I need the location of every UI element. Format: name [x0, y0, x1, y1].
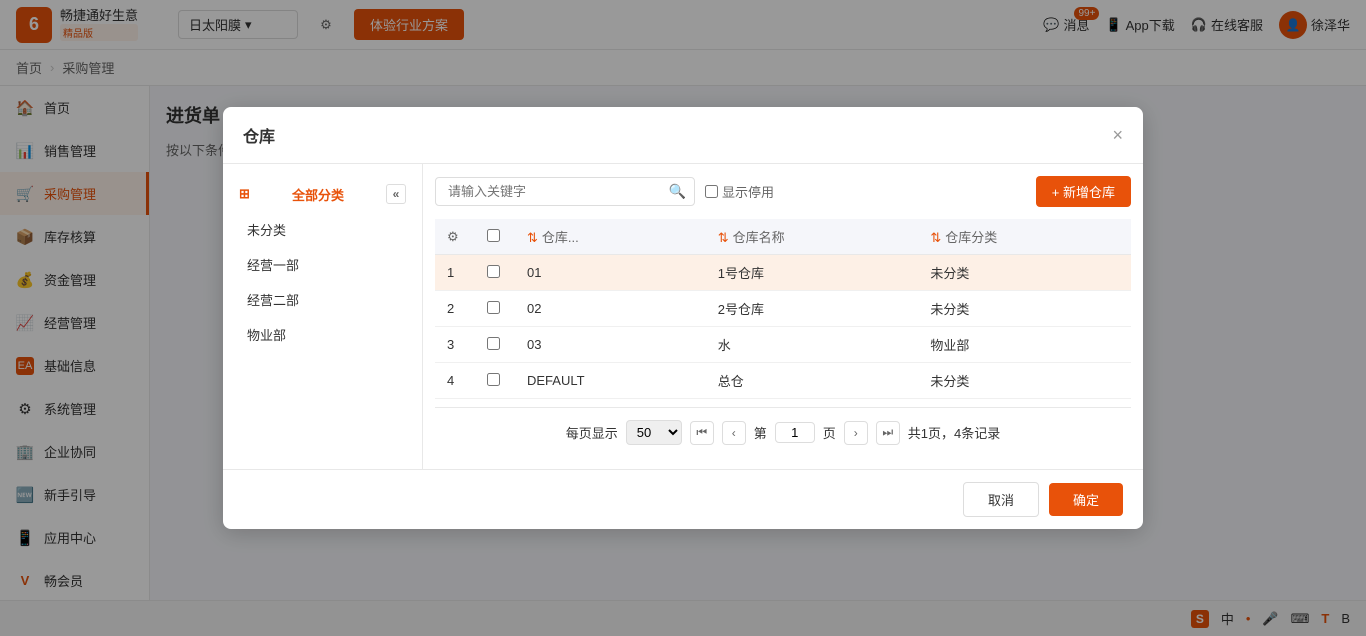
category-item-uncategorized[interactable]: 未分类 [223, 212, 422, 247]
category-panel: ⊞ 全部分类 « 未分类 经营一部 经营二部 物业部 [223, 164, 423, 469]
page-last-button[interactable]: ⏭ [876, 421, 900, 445]
table-container: ⚙ ⇅仓库... ⇅仓库名称 ⇅仓库分类 1 [435, 219, 1131, 399]
page-unit: 页 [823, 423, 836, 442]
modal-footer: 取消 确定 [223, 469, 1143, 529]
category-all-header[interactable]: ⊞ 全部分类 « [223, 176, 422, 212]
modal-body: ⊞ 全部分类 « 未分类 经营一部 经营二部 物业部 🔍 [223, 164, 1143, 469]
per-page-label: 每页显示 [566, 423, 618, 442]
search-bar: 🔍 显示停用 + 新增仓库 [435, 176, 1131, 207]
table-row[interactable]: 3 03 水 物业部 [435, 327, 1131, 363]
row-check [475, 291, 515, 327]
show-disabled-text: 显示停用 [722, 182, 774, 201]
th-name: ⇅仓库名称 [706, 219, 919, 255]
page-prev-button[interactable]: ‹ [722, 421, 746, 445]
select-all-checkbox[interactable] [487, 229, 500, 242]
warehouse-modal: 仓库 × ⊞ 全部分类 « 未分类 经营一部 经营二部 物业部 [223, 107, 1143, 529]
search-input[interactable] [444, 178, 669, 205]
row-num: 4 [435, 363, 475, 399]
row-checkbox[interactable] [487, 373, 500, 386]
all-categories-icon: ⊞ [239, 186, 250, 202]
modal-title: 仓库 [243, 123, 275, 147]
table-row[interactable]: 1 01 1号仓库 未分类 [435, 255, 1131, 291]
table-header-row: ⚙ ⇅仓库... ⇅仓库名称 ⇅仓库分类 [435, 219, 1131, 255]
modal-header: 仓库 × [223, 107, 1143, 164]
page-next-button[interactable]: › [844, 421, 868, 445]
category-item-dept1[interactable]: 经营一部 [223, 247, 422, 282]
row-check [475, 327, 515, 363]
cancel-button[interactable]: 取消 [963, 482, 1039, 517]
row-category: 未分类 [918, 291, 1131, 327]
main-panel: 🔍 显示停用 + 新增仓库 ⚙ [423, 164, 1143, 469]
modal-close-button[interactable]: × [1112, 125, 1123, 146]
row-code: 01 [515, 255, 706, 291]
row-category: 未分类 [918, 363, 1131, 399]
row-checkbox[interactable] [487, 337, 500, 350]
th-check [475, 219, 515, 255]
category-item-dept2[interactable]: 经营二部 [223, 282, 422, 317]
show-disabled-checkbox[interactable] [705, 185, 718, 198]
warehouse-table: ⚙ ⇅仓库... ⇅仓库名称 ⇅仓库分类 1 [435, 219, 1131, 399]
total-info: 共1页，4条记录 [908, 423, 1000, 442]
category-item-property[interactable]: 物业部 [223, 317, 422, 352]
all-categories-label: 全部分类 [292, 185, 344, 204]
th-category: ⇅仓库分类 [918, 219, 1131, 255]
row-category: 未分类 [918, 255, 1131, 291]
search-icon[interactable]: 🔍 [669, 183, 686, 200]
table-body: 1 01 1号仓库 未分类 2 02 2号仓库 [435, 255, 1131, 399]
row-num: 3 [435, 327, 475, 363]
row-checkbox[interactable] [487, 265, 500, 278]
th-settings: ⚙ [435, 219, 475, 255]
table-row[interactable]: 4 DEFAULT 总仓 未分类 [435, 363, 1131, 399]
row-name: 2号仓库 [706, 291, 919, 327]
row-checkbox[interactable] [487, 301, 500, 314]
search-input-wrap: 🔍 [435, 177, 695, 206]
page-first-button[interactable]: ⏮ [690, 421, 714, 445]
collapse-button[interactable]: « [386, 184, 406, 204]
row-code: 03 [515, 327, 706, 363]
per-page-select[interactable]: 50 100 200 [626, 420, 682, 445]
row-name: 1号仓库 [706, 255, 919, 291]
table-header: ⚙ ⇅仓库... ⇅仓库名称 ⇅仓库分类 [435, 219, 1131, 255]
confirm-button[interactable]: 确定 [1049, 483, 1123, 516]
show-disabled-label[interactable]: 显示停用 [705, 182, 774, 201]
row-name: 水 [706, 327, 919, 363]
table-row[interactable]: 2 02 2号仓库 未分类 [435, 291, 1131, 327]
modal-overlay: 仓库 × ⊞ 全部分类 « 未分类 经营一部 经营二部 物业部 [0, 0, 1366, 636]
row-name: 总仓 [706, 363, 919, 399]
page-number-input[interactable] [775, 422, 815, 443]
page-label: 第 [754, 423, 767, 442]
row-category: 物业部 [918, 327, 1131, 363]
row-code: DEFAULT [515, 363, 706, 399]
th-code: ⇅仓库... [515, 219, 706, 255]
row-check [475, 363, 515, 399]
row-num: 1 [435, 255, 475, 291]
add-warehouse-button[interactable]: + 新增仓库 [1036, 176, 1131, 207]
row-code: 02 [515, 291, 706, 327]
pagination: 每页显示 50 100 200 ⏮ ‹ 第 页 › ⏭ 共1页，4条记录 [435, 407, 1131, 457]
row-num: 2 [435, 291, 475, 327]
row-check [475, 255, 515, 291]
